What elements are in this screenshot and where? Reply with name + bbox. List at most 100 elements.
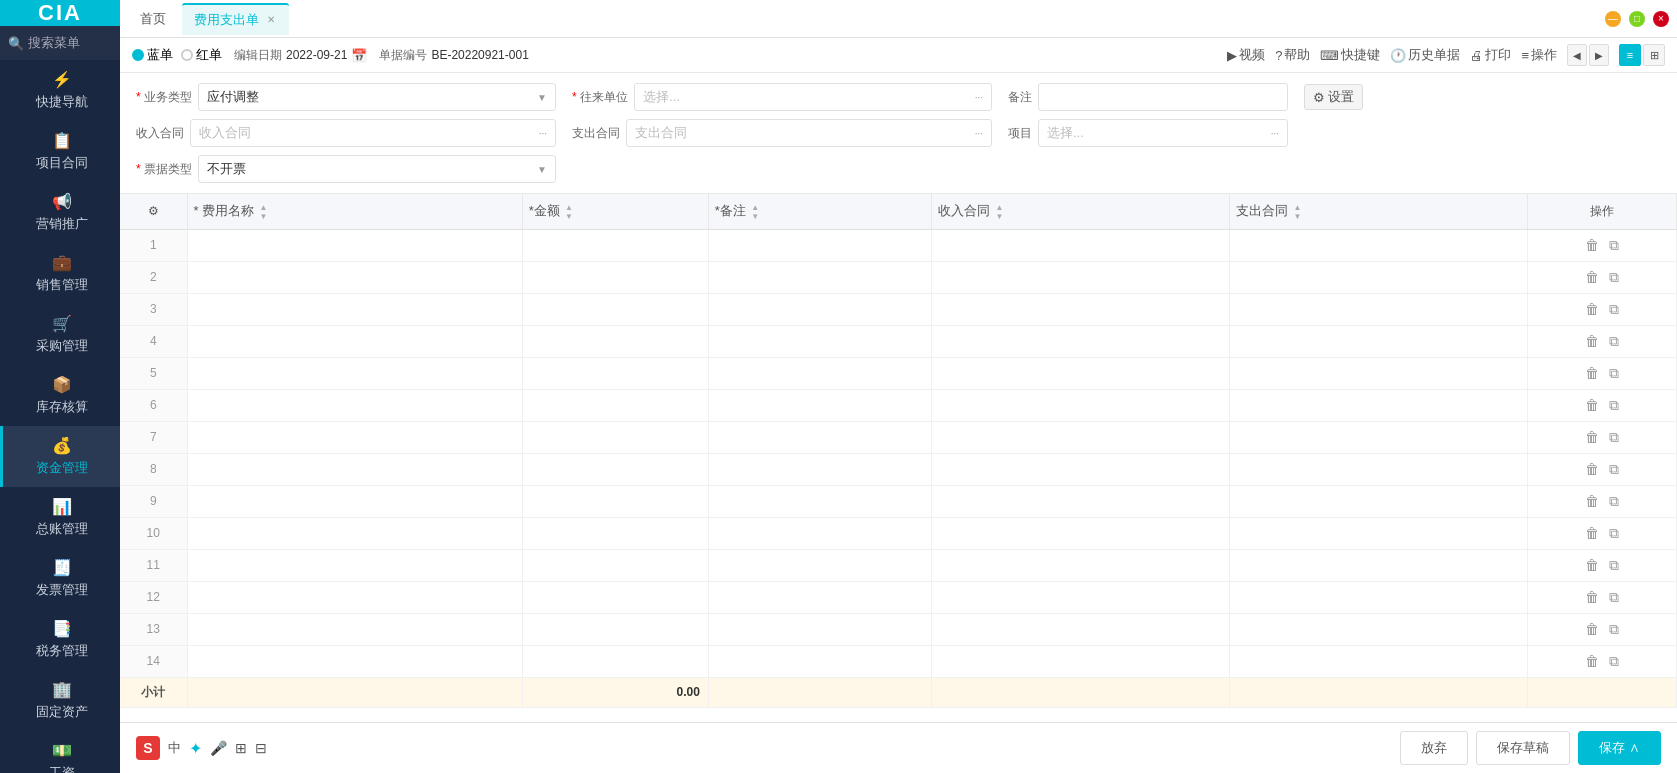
expense-contract-cell-1[interactable]	[1230, 229, 1528, 261]
remark-cell-1[interactable]	[708, 229, 931, 261]
delete-row-btn-6[interactable]: 🗑	[1583, 395, 1601, 416]
copy-row-btn-5[interactable]: ⧉	[1607, 363, 1621, 384]
copy-row-btn-6[interactable]: ⧉	[1607, 395, 1621, 416]
th-expense-name[interactable]: * 费用名称 ▲▼	[187, 194, 522, 229]
expense-contract-cell-4[interactable]	[1230, 325, 1528, 357]
nav-next-btn[interactable]: ▶	[1589, 44, 1609, 66]
amount-cell-14[interactable]	[522, 645, 708, 677]
th-remark[interactable]: *备注 ▲▼	[708, 194, 931, 229]
amount-cell-13[interactable]	[522, 613, 708, 645]
expense-name-cell-14[interactable]	[187, 645, 522, 677]
income-contract-cell-13[interactable]	[932, 613, 1230, 645]
tab-expense-bill[interactable]: 费用支出单 ✕	[182, 3, 289, 35]
radio-blue[interactable]: 蓝单	[132, 46, 173, 64]
remark-cell-9[interactable]	[708, 485, 931, 517]
expense-name-cell-1[interactable]	[187, 229, 522, 261]
save-btn[interactable]: 保存 ∧	[1578, 731, 1661, 765]
amount-cell-10[interactable]	[522, 517, 708, 549]
expense-name-cell-13[interactable]	[187, 613, 522, 645]
amount-cell-9[interactable]	[522, 485, 708, 517]
income-contract-cell-2[interactable]	[932, 261, 1230, 293]
tab-expense-bill-close[interactable]: ✕	[265, 13, 277, 26]
amount-cell-4[interactable]	[522, 325, 708, 357]
amount-cell-7[interactable]	[522, 421, 708, 453]
income-contract-cell-1[interactable]	[932, 229, 1230, 261]
discard-btn[interactable]: 放弃	[1400, 731, 1468, 765]
business-type-input[interactable]: 应付调整 ▼	[198, 83, 556, 111]
delete-row-btn-3[interactable]: 🗑	[1583, 299, 1601, 320]
expense-contract-cell-13[interactable]	[1230, 613, 1528, 645]
amount-cell-6[interactable]	[522, 389, 708, 421]
expense-contract-cell-5[interactable]	[1230, 357, 1528, 389]
income-contract-cell-3[interactable]	[932, 293, 1230, 325]
expense-name-cell-5[interactable]	[187, 357, 522, 389]
expense-contract-cell-9[interactable]	[1230, 485, 1528, 517]
delete-row-btn-10[interactable]: 🗑	[1583, 523, 1601, 544]
copy-row-btn-12[interactable]: ⧉	[1607, 587, 1621, 608]
sidebar-item-capital-mgmt[interactable]: 💰 资金管理	[0, 426, 120, 487]
amount-cell-2[interactable]	[522, 261, 708, 293]
expense-name-cell-6[interactable]	[187, 389, 522, 421]
sidebar-item-invoice-mgmt[interactable]: 🧾 发票管理	[0, 548, 120, 609]
income-contract-cell-14[interactable]	[932, 645, 1230, 677]
remark-cell-11[interactable]	[708, 549, 931, 581]
expense-name-cell-11[interactable]	[187, 549, 522, 581]
amount-cell-11[interactable]	[522, 549, 708, 581]
remark-cell-4[interactable]	[708, 325, 931, 357]
sidebar-item-sales-mgmt[interactable]: 💼 销售管理	[0, 243, 120, 304]
expense-contract-cell-3[interactable]	[1230, 293, 1528, 325]
th-expense-contract[interactable]: 支出合同 ▲▼	[1230, 194, 1528, 229]
sidebar-item-tax-mgmt[interactable]: 📑 税务管理	[0, 609, 120, 670]
calendar-icon[interactable]: 📅	[351, 48, 367, 63]
copy-row-btn-7[interactable]: ⧉	[1607, 427, 1621, 448]
remark-cell-6[interactable]	[708, 389, 931, 421]
copy-row-btn-10[interactable]: ⧉	[1607, 523, 1621, 544]
shortcut-btn[interactable]: ⌨ 快捷键	[1320, 46, 1380, 64]
expense-name-cell-10[interactable]	[187, 517, 522, 549]
th-income-contract[interactable]: 收入合同 ▲▼	[932, 194, 1230, 229]
print-btn[interactable]: 🖨 打印	[1470, 46, 1511, 64]
income-contract-cell-9[interactable]	[932, 485, 1230, 517]
copy-row-btn-9[interactable]: ⧉	[1607, 491, 1621, 512]
remark-cell-13[interactable]	[708, 613, 931, 645]
delete-row-btn-12[interactable]: 🗑	[1583, 587, 1601, 608]
remark-cell-14[interactable]	[708, 645, 931, 677]
expense-name-cell-7[interactable]	[187, 421, 522, 453]
sidebar-item-payroll[interactable]: 💵 工资	[0, 731, 120, 773]
income-contract-cell-6[interactable]	[932, 389, 1230, 421]
copy-row-btn-11[interactable]: ⧉	[1607, 555, 1621, 576]
delete-row-btn-5[interactable]: 🗑	[1583, 363, 1601, 384]
close-btn[interactable]: ×	[1653, 11, 1669, 27]
sidebar-item-inventory[interactable]: 📦 库存核算	[0, 365, 120, 426]
setting-btn[interactable]: ⚙ 设置	[1304, 84, 1363, 110]
operation-btn[interactable]: ≡ 操作	[1521, 46, 1557, 64]
delete-row-btn-13[interactable]: 🗑	[1583, 619, 1601, 640]
amount-cell-12[interactable]	[522, 581, 708, 613]
expense-name-cell-8[interactable]	[187, 453, 522, 485]
income-contract-cell-11[interactable]	[932, 549, 1230, 581]
invoice-type-input[interactable]: 不开票 ▼	[198, 155, 556, 183]
expense-contract-cell-6[interactable]	[1230, 389, 1528, 421]
copy-row-btn-4[interactable]: ⧉	[1607, 331, 1621, 352]
project-input[interactable]: 选择... ···	[1038, 119, 1288, 147]
expense-name-cell-2[interactable]	[187, 261, 522, 293]
list-view-btn[interactable]: ≡	[1619, 44, 1641, 66]
delete-row-btn-9[interactable]: 🗑	[1583, 491, 1601, 512]
sidebar-item-marketing[interactable]: 📢 营销推广	[0, 182, 120, 243]
income-contract-cell-4[interactable]	[932, 325, 1230, 357]
delete-row-btn-1[interactable]: 🗑	[1583, 235, 1601, 256]
tab-home[interactable]: 首页	[128, 4, 178, 34]
video-btn[interactable]: ▶ 视频	[1227, 46, 1265, 64]
remark-cell-5[interactable]	[708, 357, 931, 389]
copy-row-btn-1[interactable]: ⧉	[1607, 235, 1621, 256]
expense-name-cell-12[interactable]	[187, 581, 522, 613]
sidebar-search[interactable]: 🔍 搜索菜单	[0, 26, 120, 60]
th-amount[interactable]: *金额 ▲▼	[522, 194, 708, 229]
delete-row-btn-4[interactable]: 🗑	[1583, 331, 1601, 352]
income-contract-cell-5[interactable]	[932, 357, 1230, 389]
minimize-btn[interactable]: —	[1605, 11, 1621, 27]
save-draft-btn[interactable]: 保存草稿	[1476, 731, 1570, 765]
delete-row-btn-7[interactable]: 🗑	[1583, 427, 1601, 448]
delete-row-btn-11[interactable]: 🗑	[1583, 555, 1601, 576]
grid-view-btn[interactable]: ⊞	[1643, 44, 1665, 66]
